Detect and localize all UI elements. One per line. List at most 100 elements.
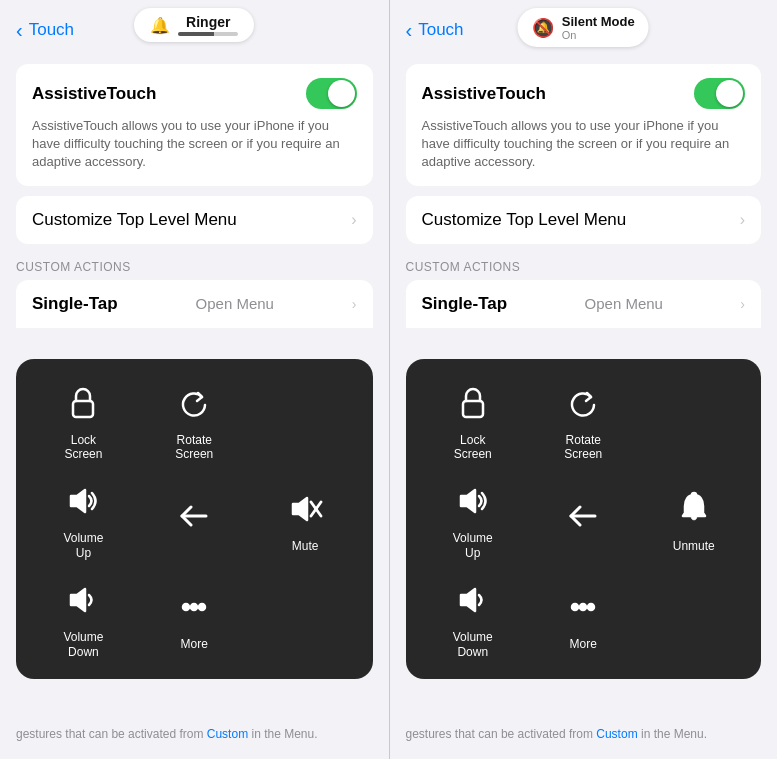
toggle-thumb	[328, 80, 355, 107]
lock-screen-label-panel2: LockScreen	[454, 433, 492, 462]
volume-down-icon	[59, 576, 107, 624]
single-tap-row-panel2[interactable]: Single-Tap Open Menu ›	[406, 280, 762, 328]
open-menu-label-panel2: Open Menu	[585, 295, 663, 312]
bottom-desc-text-panel1: gestures that can be activated from Cust…	[16, 726, 373, 743]
popup-unmute-panel2[interactable]: Unmute	[670, 485, 718, 553]
silent-pill: 🔕 Silent Mode On	[518, 8, 649, 47]
content-panel1: AssistiveTouch AssistiveTouch allows you…	[0, 64, 389, 244]
svg-rect-10	[463, 401, 483, 417]
customize-chevron-icon: ›	[351, 211, 356, 229]
popup-more-panel2[interactable]: More	[559, 583, 607, 651]
section-header-panel1: CUSTOM ACTIONS	[0, 244, 389, 280]
customize-chevron-icon-2: ›	[740, 211, 745, 229]
volume-up-label-panel1: VolumeUp	[63, 531, 103, 560]
ringer-title: Ringer	[186, 14, 230, 30]
lock-icon-2	[449, 379, 497, 427]
more-label-panel2: More	[570, 637, 597, 651]
volume-up-icon-2	[449, 477, 497, 525]
unmute-label-panel2: Unmute	[673, 539, 715, 553]
bottom-desc-text-panel2: gestures that can be activated from Cust…	[406, 726, 762, 743]
single-tap-row-panel1[interactable]: Single-Tap Open Menu ›	[16, 280, 373, 328]
content-panel2: AssistiveTouch AssistiveTouch allows you…	[390, 64, 778, 244]
popup-rotate-screen-panel1[interactable]: RotateScreen	[170, 379, 218, 462]
more-label-panel1: More	[181, 637, 208, 651]
at-popup-panel2: LockScreen RotateScreen	[406, 359, 762, 679]
mute-bell-icon	[281, 485, 329, 533]
back-button-panel1[interactable]: ‹ Touch	[16, 19, 74, 42]
section-header-panel2: CUSTOM ACTIONS	[390, 244, 778, 280]
toggle-thumb-2	[716, 80, 743, 107]
back-label-panel1: Touch	[29, 20, 74, 40]
single-tap-label-panel1: Single-Tap	[32, 294, 118, 314]
rotate-icon-2	[559, 379, 607, 427]
svg-marker-3	[293, 498, 307, 520]
volume-down-icon-2	[449, 576, 497, 624]
rotate-screen-label-panel2: RotateScreen	[564, 433, 602, 462]
svg-marker-1	[71, 490, 85, 512]
assistivetouch-card-panel1: AssistiveTouch AssistiveTouch allows you…	[16, 64, 373, 186]
assistivetouch-desc-panel2: AssistiveTouch allows you to use your iP…	[422, 117, 746, 172]
popup-arrow-panel2[interactable]	[559, 492, 607, 546]
panel-unmuted: ‹ Touch 🔕 Silent Mode On AssistiveTouch …	[389, 0, 778, 759]
svg-point-16	[580, 604, 586, 610]
assistivetouch-title-panel1: AssistiveTouch	[32, 84, 156, 104]
svg-marker-11	[461, 490, 475, 512]
popup-more-panel1[interactable]: More	[170, 583, 218, 651]
svg-point-9	[199, 604, 205, 610]
silent-subtitle: On	[562, 29, 635, 41]
assistivetouch-card-panel2: AssistiveTouch AssistiveTouch allows you…	[406, 64, 762, 186]
back-button-panel2[interactable]: ‹ Touch	[406, 19, 464, 42]
popup-volume-down-panel1[interactable]: VolumeDown	[59, 576, 107, 659]
volume-up-label-panel2: VolumeUp	[453, 531, 493, 560]
svg-point-13	[692, 493, 696, 497]
bell-icon: 🔔	[150, 16, 170, 35]
svg-rect-0	[73, 401, 93, 417]
popup-grid-panel1: LockScreen RotateScreen	[32, 379, 357, 659]
bell-icon-2	[670, 485, 718, 533]
rotate-screen-label-panel1: RotateScreen	[175, 433, 213, 462]
header-panel1: ‹ Touch 🔔 Ringer	[0, 0, 389, 56]
customize-label-panel2: Customize Top Level Menu	[422, 210, 627, 230]
customize-menu-panel2[interactable]: Customize Top Level Menu ›	[406, 196, 762, 244]
arrow-left-icon	[170, 492, 218, 540]
volume-down-label-panel1: VolumeDown	[63, 630, 103, 659]
more-dots-icon-2	[559, 583, 607, 631]
rotate-icon	[170, 379, 218, 427]
back-chevron-icon: ‹	[16, 19, 23, 42]
popup-rotate-screen-panel2[interactable]: RotateScreen	[559, 379, 607, 462]
back-label-panel2: Touch	[418, 20, 463, 40]
customize-label-panel1: Customize Top Level Menu	[32, 210, 237, 230]
volume-up-icon	[59, 477, 107, 525]
ringer-bar	[178, 32, 238, 36]
popup-lock-screen-panel1[interactable]: LockScreen	[59, 379, 107, 462]
svg-point-15	[572, 604, 578, 610]
popup-volume-up-panel1[interactable]: VolumeUp	[59, 477, 107, 560]
arrow-left-icon-2	[559, 492, 607, 540]
header-panel2: ‹ Touch 🔕 Silent Mode On	[390, 0, 778, 56]
svg-point-8	[191, 604, 197, 610]
popup-arrow-panel1[interactable]	[170, 492, 218, 546]
single-tap-label-panel2: Single-Tap	[422, 294, 508, 314]
assistivetouch-toggle-panel2[interactable]	[694, 78, 745, 109]
bottom-desc-panel1: gestures that can be activated from Cust…	[0, 718, 389, 759]
lock-screen-label-panel1: LockScreen	[64, 433, 102, 462]
row-chevron-icon-panel1: ›	[352, 296, 357, 312]
ringer-pill: 🔔 Ringer	[134, 8, 254, 42]
assistivetouch-desc-panel1: AssistiveTouch allows you to use your iP…	[32, 117, 357, 172]
open-menu-label-panel1: Open Menu	[196, 295, 274, 312]
popup-volume-up-panel2[interactable]: VolumeUp	[449, 477, 497, 560]
bottom-desc-panel2: gestures that can be activated from Cust…	[390, 718, 778, 759]
customize-menu-panel1[interactable]: Customize Top Level Menu ›	[16, 196, 373, 244]
popup-volume-down-panel2[interactable]: VolumeDown	[449, 576, 497, 659]
popup-mute-panel1[interactable]: Mute	[281, 485, 329, 553]
silent-title: Silent Mode	[562, 14, 635, 29]
assistivetouch-title-panel2: AssistiveTouch	[422, 84, 546, 104]
panel-muted: ‹ Touch 🔔 Ringer AssistiveTouch Assistiv…	[0, 0, 389, 759]
lock-icon	[59, 379, 107, 427]
mute-label-panel1: Mute	[292, 539, 319, 553]
assistivetouch-toggle-panel1[interactable]	[306, 78, 357, 109]
svg-marker-6	[71, 589, 85, 611]
popup-lock-screen-panel2[interactable]: LockScreen	[449, 379, 497, 462]
volume-down-label-panel2: VolumeDown	[453, 630, 493, 659]
svg-point-7	[183, 604, 189, 610]
